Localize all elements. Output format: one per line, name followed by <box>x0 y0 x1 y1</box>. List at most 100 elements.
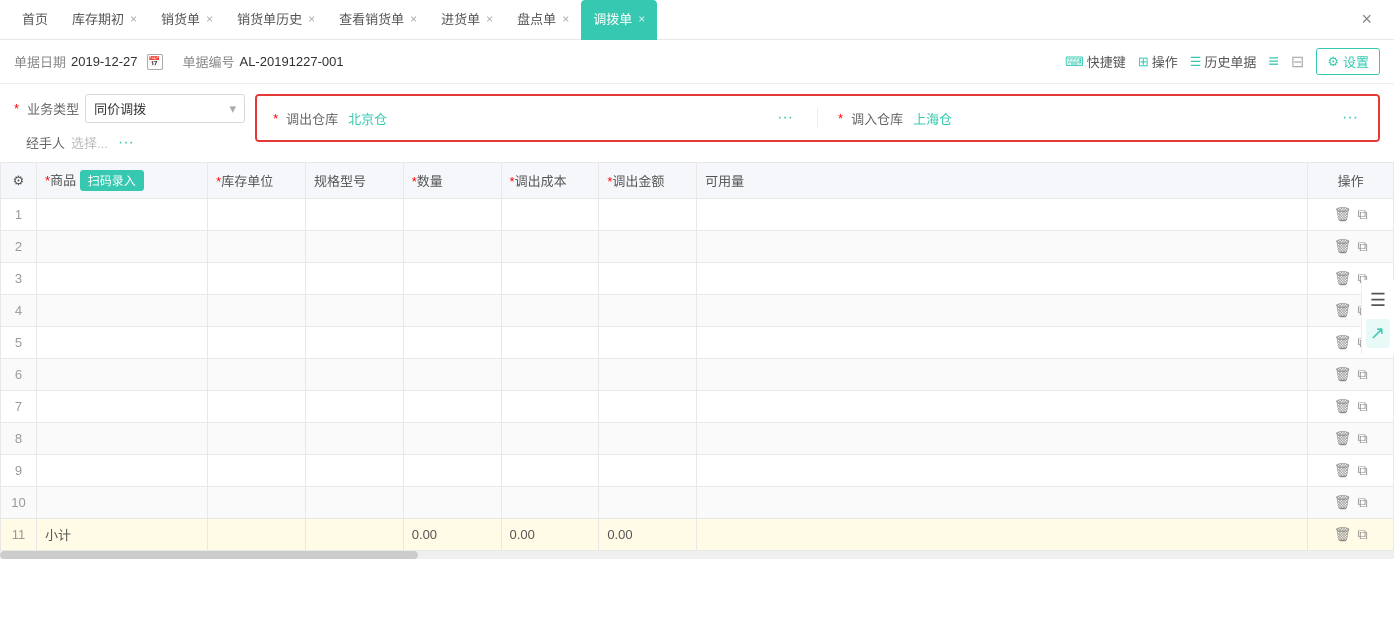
copy-icon[interactable]: ⧉ <box>1358 462 1368 479</box>
amount-cell[interactable] <box>599 231 697 263</box>
spec-cell[interactable] <box>305 295 403 327</box>
scan-button[interactable]: 扫码录入 <box>80 170 144 191</box>
amount-cell[interactable] <box>599 487 697 519</box>
unit-cell[interactable] <box>208 455 306 487</box>
product-cell[interactable] <box>37 423 208 455</box>
copy-icon[interactable]: ⧉ <box>1358 494 1368 511</box>
qty-cell[interactable] <box>403 487 501 519</box>
qty-cell[interactable] <box>403 359 501 391</box>
cost-cell[interactable] <box>501 327 599 359</box>
tab-close-transfer-order[interactable]: × <box>638 12 645 26</box>
warehouse-in-value[interactable]: 上海仓 <box>913 109 952 128</box>
tab-close-inventory-count[interactable]: × <box>562 12 569 26</box>
delete-icon[interactable]: 🗑 <box>1334 366 1352 383</box>
delete-icon[interactable]: 🗑 <box>1334 494 1352 511</box>
tab-sales-history[interactable]: 销货单历史× <box>225 0 327 40</box>
delete-icon[interactable]: 🗑 <box>1334 334 1352 351</box>
qty-cell[interactable] <box>403 295 501 327</box>
spec-cell[interactable] <box>305 231 403 263</box>
spec-cell[interactable] <box>305 487 403 519</box>
tab-inventory-init[interactable]: 库存期初× <box>60 0 149 40</box>
spec-cell[interactable] <box>305 391 403 423</box>
tab-home[interactable]: 首页 <box>10 0 60 40</box>
cost-cell[interactable] <box>501 423 599 455</box>
tab-close-view-sales[interactable]: × <box>410 12 417 26</box>
product-cell[interactable] <box>37 327 208 359</box>
unit-cell[interactable] <box>208 327 306 359</box>
gear-column-header[interactable]: ⚙ <box>1 163 37 199</box>
copy-icon[interactable]: ⧉ <box>1358 206 1368 223</box>
copy-icon[interactable]: ⧉ <box>1358 430 1368 447</box>
date-value[interactable]: 2019-12-27 <box>71 54 138 69</box>
spec-cell[interactable] <box>305 455 403 487</box>
delete-icon[interactable]: 🗑 <box>1334 526 1352 543</box>
side-external-icon[interactable]: ↗ <box>1366 319 1390 348</box>
unit-cell[interactable] <box>208 359 306 391</box>
unit-cell[interactable] <box>208 231 306 263</box>
horizontal-scrollbar[interactable] <box>0 551 1394 559</box>
delete-icon[interactable]: 🗑 <box>1334 238 1352 255</box>
agent-ellipsis-button[interactable]: ··· <box>114 134 138 152</box>
tab-close-sales-history[interactable]: × <box>308 12 315 26</box>
side-list-icon[interactable]: ☰ <box>1366 286 1390 315</box>
cost-cell[interactable] <box>501 231 599 263</box>
delete-icon[interactable]: 🗑 <box>1334 462 1352 479</box>
tab-sales-order[interactable]: 销货单× <box>149 0 225 40</box>
tab-close-sales-order[interactable]: × <box>206 12 213 26</box>
biz-type-dropdown[interactable]: 同价调拨 ▾ <box>85 94 245 123</box>
product-cell[interactable] <box>37 391 208 423</box>
cost-cell[interactable] <box>501 263 599 295</box>
delete-icon[interactable]: 🗑 <box>1334 206 1352 223</box>
spec-cell[interactable] <box>305 423 403 455</box>
amount-cell[interactable] <box>599 423 697 455</box>
delete-icon[interactable]: 🗑 <box>1334 302 1352 319</box>
qty-cell[interactable] <box>403 423 501 455</box>
cost-cell[interactable] <box>501 199 599 231</box>
spec-cell[interactable] <box>305 359 403 391</box>
unit-cell[interactable] <box>208 295 306 327</box>
operation-button[interactable]: ⊞ 操作 <box>1138 52 1178 71</box>
layout-grid-icon[interactable]: ⊟ <box>1291 52 1304 72</box>
amount-cell[interactable] <box>599 359 697 391</box>
unit-cell[interactable] <box>208 263 306 295</box>
spec-cell[interactable] <box>305 263 403 295</box>
warehouse-out-ellipsis-button[interactable]: ··· <box>773 109 797 127</box>
copy-icon[interactable]: ⧉ <box>1358 526 1368 543</box>
product-cell[interactable] <box>37 263 208 295</box>
copy-icon[interactable]: ⧉ <box>1358 366 1368 383</box>
close-all-button[interactable]: × <box>1349 9 1384 30</box>
warehouse-in-ellipsis-button[interactable]: ··· <box>1338 109 1362 127</box>
tab-view-sales[interactable]: 查看销货单× <box>327 0 429 40</box>
amount-cell[interactable] <box>599 391 697 423</box>
warehouse-out-value[interactable]: 北京仓 <box>348 109 387 128</box>
cost-cell[interactable] <box>501 487 599 519</box>
qty-cell[interactable] <box>403 327 501 359</box>
product-cell[interactable] <box>37 295 208 327</box>
tab-close-purchase-order[interactable]: × <box>486 12 493 26</box>
unit-cell[interactable] <box>208 199 306 231</box>
spec-cell[interactable] <box>305 327 403 359</box>
delete-icon[interactable]: 🗑 <box>1334 398 1352 415</box>
product-cell[interactable] <box>37 455 208 487</box>
copy-icon[interactable]: ⧉ <box>1358 238 1368 255</box>
unit-cell[interactable] <box>208 391 306 423</box>
amount-cell[interactable] <box>599 295 697 327</box>
product-cell[interactable] <box>37 359 208 391</box>
agent-input[interactable]: 选择... <box>71 133 108 152</box>
qty-cell[interactable] <box>403 199 501 231</box>
tab-transfer-order[interactable]: 调拨单× <box>581 0 657 40</box>
tab-close-inventory-init[interactable]: × <box>130 12 137 26</box>
unit-cell[interactable] <box>208 487 306 519</box>
product-cell[interactable] <box>37 231 208 263</box>
cost-cell[interactable] <box>501 391 599 423</box>
qty-cell[interactable] <box>403 391 501 423</box>
qty-cell[interactable] <box>403 455 501 487</box>
tab-inventory-count[interactable]: 盘点单× <box>505 0 581 40</box>
tab-purchase-order[interactable]: 进货单× <box>429 0 505 40</box>
amount-cell[interactable] <box>599 263 697 295</box>
amount-cell[interactable] <box>599 455 697 487</box>
copy-icon[interactable]: ⧉ <box>1358 398 1368 415</box>
product-cell[interactable] <box>37 199 208 231</box>
amount-cell[interactable] <box>599 199 697 231</box>
calendar-icon[interactable]: 📅 <box>147 54 163 70</box>
